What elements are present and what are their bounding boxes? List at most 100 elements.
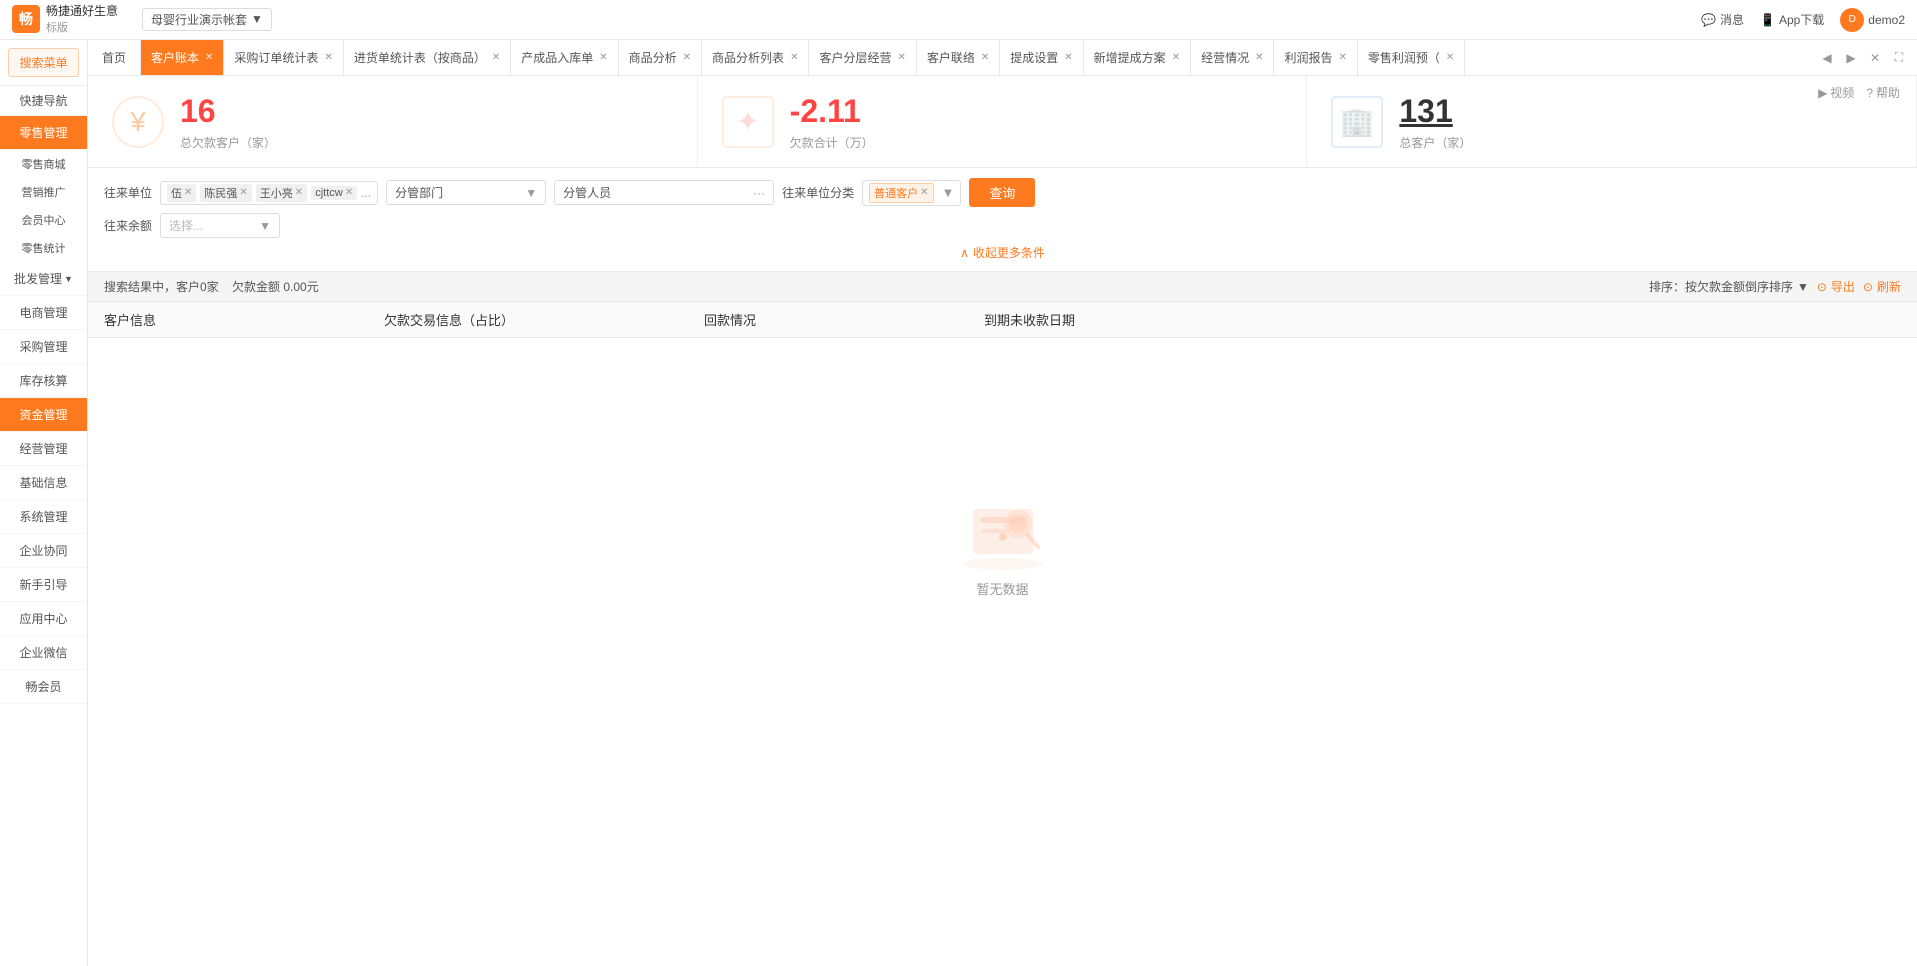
- tab-close-icon-10[interactable]: ✕: [1172, 52, 1180, 63]
- unit-class-tag-remove[interactable]: ✕: [920, 187, 928, 198]
- tag-chen-remove[interactable]: ✕: [239, 187, 247, 198]
- tab-goods-inbound-stats[interactable]: 进货单统计表（按商品） ✕: [344, 40, 511, 76]
- filter-area: 往来单位 伍 ✕ 陈民强 ✕ 王小亮 ✕ cjttcw: [88, 168, 1917, 272]
- tab-close-icon-13[interactable]: ✕: [1446, 52, 1454, 63]
- tab-profit-report[interactable]: 利润报告 ✕: [1274, 40, 1357, 76]
- tab-close-all-button[interactable]: ✕: [1865, 48, 1885, 68]
- balance-select[interactable]: 选择... ▼: [160, 213, 280, 238]
- tab-close-icon-6[interactable]: ✕: [790, 52, 798, 63]
- video-label: 视频: [1830, 84, 1854, 101]
- sidebar-item-basic-info-label: 基础信息: [19, 476, 67, 490]
- table-col-customer: 客户信息: [104, 310, 384, 329]
- message-label: 消息: [1720, 11, 1744, 28]
- tab-close-icon-3[interactable]: ✕: [492, 52, 500, 63]
- username: demo2: [1868, 13, 1905, 27]
- sidebar-item-retail-management[interactable]: 零售管理: [0, 116, 87, 150]
- debt-label: 欠款合计（万）: [790, 134, 874, 151]
- tab-product-analysis[interactable]: 商品分析 ✕: [619, 40, 702, 76]
- question-icon: ?: [1866, 86, 1873, 100]
- query-button[interactable]: 查询: [969, 178, 1035, 207]
- tab-close-icon-8[interactable]: ✕: [981, 52, 989, 63]
- sidebar-item-wholesale[interactable]: 批发管理 ▼: [0, 262, 87, 296]
- tab-next-button[interactable]: ▶: [1841, 48, 1861, 68]
- quick-nav-button[interactable]: 快捷导航: [0, 86, 87, 116]
- tab-prev-button[interactable]: ◀: [1817, 48, 1837, 68]
- tab-close-icon[interactable]: ✕: [205, 52, 213, 63]
- debt-amount-text: 欠款金额 0.00元: [232, 280, 319, 294]
- tag-wu-remove[interactable]: ✕: [184, 187, 192, 198]
- workspace-selector[interactable]: 母婴行业演示帐套 ▼: [142, 8, 272, 31]
- sidebar-item-newcomer-label: 新手引导: [19, 578, 67, 592]
- sidebar-item-operations[interactable]: 经营管理: [0, 432, 87, 466]
- tab-customer-layered[interactable]: 客户分层经营 ✕: [809, 40, 916, 76]
- sidebar: 搜索菜单 快捷导航 零售管理 零售商城 营销推广 会员中心 零售统计 批发管理 …: [0, 40, 88, 966]
- app-download-btn[interactable]: 📱 App下载: [1760, 11, 1824, 28]
- filter-more-btn[interactable]: ...: [361, 186, 371, 200]
- video-help-btn[interactable]: ▶ 视频: [1818, 84, 1854, 101]
- tab-customer-contact[interactable]: 客户联络 ✕: [917, 40, 1000, 76]
- workspace-arrow-icon: ▼: [251, 12, 263, 26]
- unit-filter-label: 往来单位: [104, 184, 152, 201]
- tab-customer-contact-label: 客户联络: [927, 49, 975, 66]
- sidebar-item-capital-label: 资金管理: [19, 408, 67, 422]
- message-btn[interactable]: 💬 消息: [1701, 11, 1744, 28]
- sidebar-item-enterprise-collab[interactable]: 企业协同: [0, 534, 87, 568]
- balance-label: 往来余额: [104, 217, 152, 234]
- sidebar-item-chang-member-label: 畅会员: [25, 680, 61, 694]
- export-btn[interactable]: ⊙ 导出: [1817, 278, 1855, 295]
- tab-retail-profit[interactable]: 零售利润预（ ✕: [1358, 40, 1465, 76]
- user-menu[interactable]: D demo2: [1840, 8, 1905, 32]
- sort-label: 排序：按欠款金额倒序排序: [1649, 278, 1793, 295]
- sidebar-item-inventory[interactable]: 库存核算: [0, 364, 87, 398]
- sidebar-item-retail-stats[interactable]: 零售统计: [0, 234, 87, 262]
- sort-selector[interactable]: 排序：按欠款金额倒序排序 ▼: [1649, 278, 1809, 295]
- tab-customer-layered-label: 客户分层经营: [819, 49, 891, 66]
- tag-wang-remove[interactable]: ✕: [295, 187, 303, 198]
- person-input[interactable]: 分管人员 ···: [554, 180, 774, 205]
- sidebar-item-app-center[interactable]: 应用中心: [0, 602, 87, 636]
- tab-customer-ledger[interactable]: 客户账本 ✕: [141, 40, 224, 76]
- sidebar-item-capital[interactable]: 资金管理: [0, 398, 87, 432]
- dept-select[interactable]: 分管部门 ▼: [386, 180, 546, 205]
- sidebar-item-marketing[interactable]: 营销推广: [0, 178, 87, 206]
- filter-row-1: 往来单位 伍 ✕ 陈民强 ✕ 王小亮 ✕ cjttcw: [104, 178, 1901, 207]
- tab-close-icon-12[interactable]: ✕: [1339, 52, 1347, 63]
- tab-new-commission-plan[interactable]: 新增提成方案 ✕: [1084, 40, 1191, 76]
- workspace-label: 母婴行业演示帐套: [151, 11, 247, 28]
- collapse-label: 收起更多条件: [973, 244, 1045, 261]
- sidebar-item-member[interactable]: 会员中心: [0, 206, 87, 234]
- tab-close-icon-11[interactable]: ✕: [1255, 52, 1263, 63]
- sidebar-item-retail-mall[interactable]: 零售商城: [0, 150, 87, 178]
- collapse-btn[interactable]: ∧ 收起更多条件: [104, 244, 1901, 261]
- chevron-down-icon: ▼: [64, 274, 73, 284]
- avatar: D: [1840, 8, 1864, 32]
- tab-production-inbound[interactable]: 产成品入库单 ✕: [511, 40, 618, 76]
- tab-close-icon-9[interactable]: ✕: [1064, 52, 1072, 63]
- tab-purchase-order-stats[interactable]: 采购订单统计表 ✕: [224, 40, 343, 76]
- help-btn[interactable]: ? 帮助: [1866, 84, 1900, 101]
- tab-fullscreen-button[interactable]: ⛶: [1889, 48, 1909, 68]
- refresh-btn[interactable]: ⊙ 刷新: [1863, 278, 1901, 295]
- tab-close-icon-4[interactable]: ✕: [599, 52, 607, 63]
- tab-home[interactable]: 首页: [88, 40, 141, 76]
- tab-close-icon-5[interactable]: ✕: [683, 52, 691, 63]
- sidebar-item-enterprise-wechat[interactable]: 企业微信: [0, 636, 87, 670]
- message-icon: 💬: [1701, 13, 1716, 27]
- sidebar-item-system[interactable]: 系统管理: [0, 500, 87, 534]
- tag-cjttcw-remove[interactable]: ✕: [345, 187, 353, 198]
- app-download-label: App下载: [1779, 11, 1824, 28]
- tab-close-icon-7[interactable]: ✕: [897, 52, 905, 63]
- sidebar-item-purchase[interactable]: 采购管理: [0, 330, 87, 364]
- tab-commission-settings[interactable]: 提成设置 ✕: [1000, 40, 1083, 76]
- sidebar-item-basic-info[interactable]: 基础信息: [0, 466, 87, 500]
- stat-total-bg-icon: 🏢: [1331, 96, 1383, 148]
- sidebar-item-chang-member[interactable]: 畅会员: [0, 670, 87, 704]
- unit-class-tag: 普通客户 ✕: [869, 183, 933, 203]
- search-menu-button[interactable]: 搜索菜单: [8, 48, 79, 77]
- tab-product-analysis-list[interactable]: 商品分析列表 ✕: [702, 40, 809, 76]
- tab-close-icon-2[interactable]: ✕: [324, 52, 332, 63]
- filter-row-2: 往来余额 选择... ▼: [104, 213, 1901, 238]
- tab-operation-status[interactable]: 经营情况 ✕: [1191, 40, 1274, 76]
- sidebar-item-ecommerce[interactable]: 电商管理: [0, 296, 87, 330]
- sidebar-item-newcomer[interactable]: 新手引导: [0, 568, 87, 602]
